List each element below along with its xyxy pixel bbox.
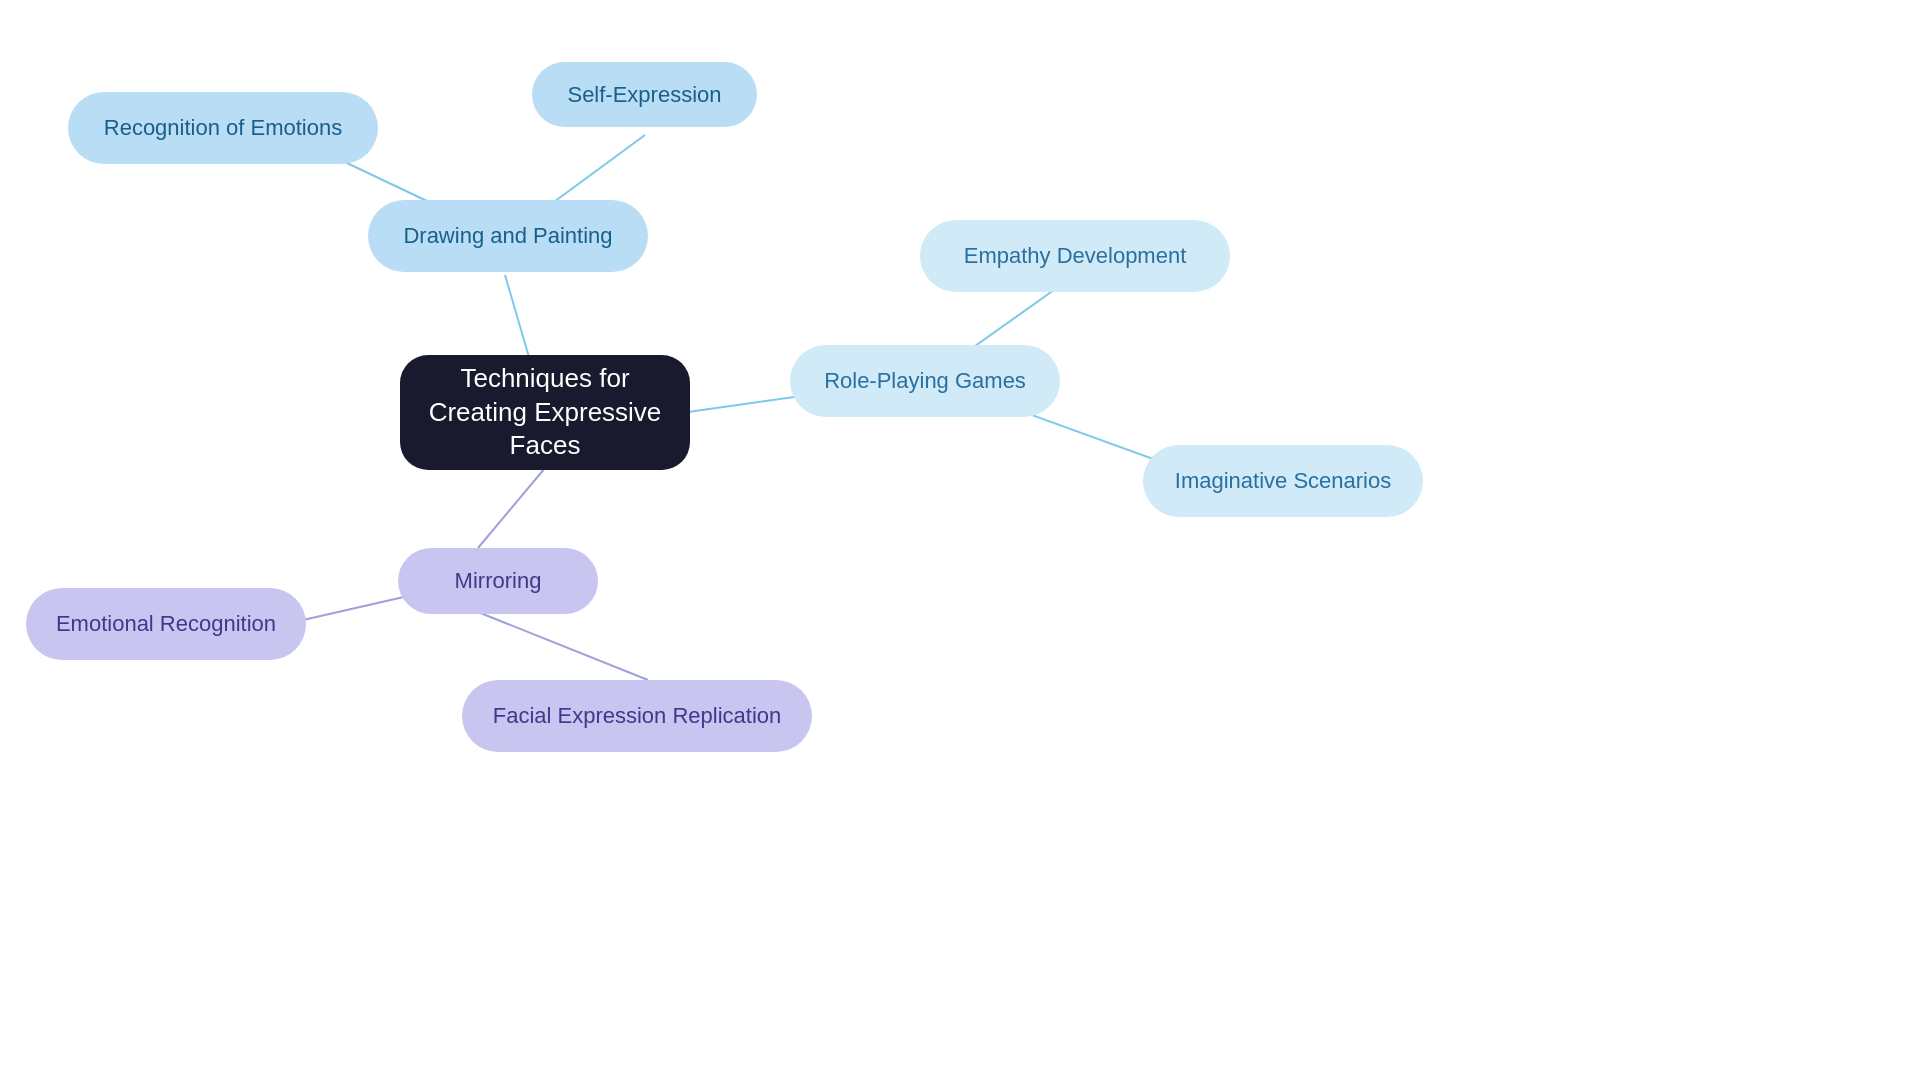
imaginative-scenarios-node[interactable]: Imaginative Scenarios [1143, 445, 1423, 517]
facial-expression-replication-node[interactable]: Facial Expression Replication [462, 680, 812, 752]
recognition-of-emotions-node[interactable]: Recognition of Emotions [68, 92, 378, 164]
empathy-development-node[interactable]: Empathy Development [920, 220, 1230, 292]
drawing-and-painting-node[interactable]: Drawing and Painting [368, 200, 648, 272]
role-playing-games-node[interactable]: Role-Playing Games [790, 345, 1060, 417]
mirroring-node[interactable]: Mirroring [398, 548, 598, 614]
emotional-recognition-node[interactable]: Emotional Recognition [26, 588, 306, 660]
center-node[interactable]: Techniques for Creating Expressive Faces [400, 355, 690, 470]
svg-line-6 [478, 468, 545, 548]
svg-line-8 [478, 612, 648, 680]
self-expression-node[interactable]: Self-Expression [532, 62, 757, 127]
